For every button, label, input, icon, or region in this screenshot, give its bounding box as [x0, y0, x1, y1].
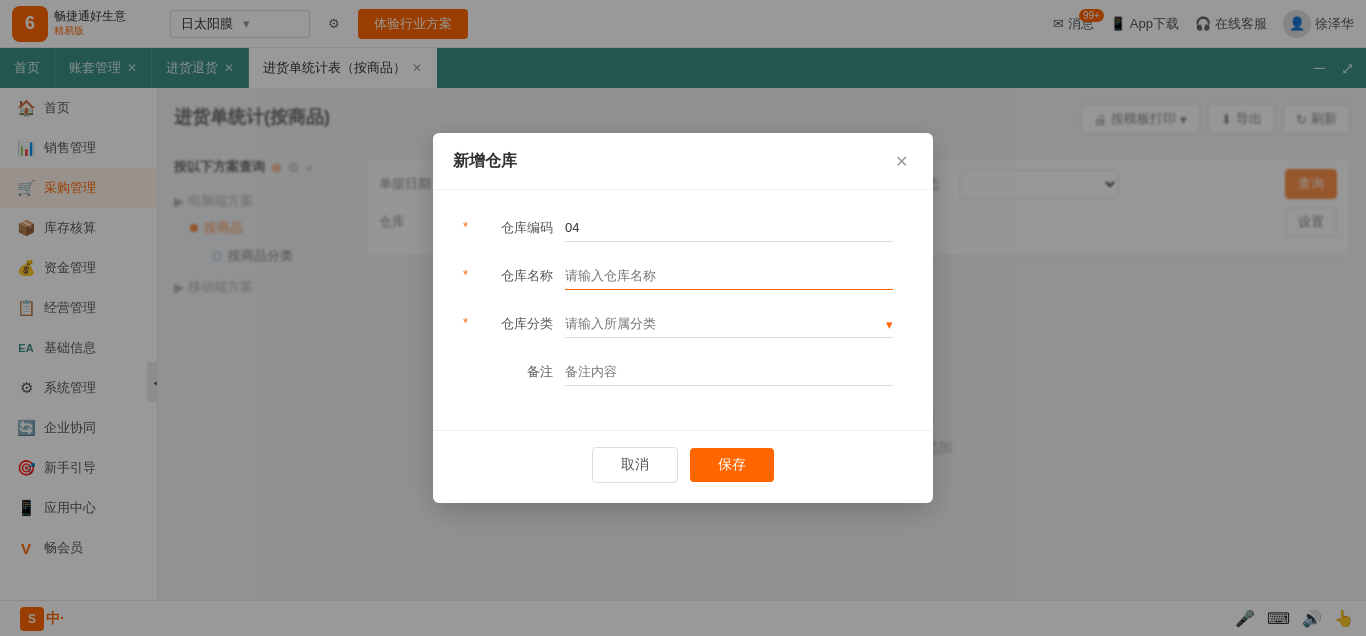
note-label: 备注: [473, 363, 553, 381]
category-input[interactable]: [565, 310, 893, 337]
form-row-code: 仓库编码: [473, 214, 893, 242]
name-label: 仓库名称: [473, 267, 553, 285]
code-input[interactable]: [565, 214, 893, 242]
dialog-header: 新增仓库 ✕: [433, 133, 933, 190]
dialog-footer: 取消 保存: [433, 430, 933, 503]
dialog-body: 仓库编码 仓库名称 仓库分类 ▾ 备注: [433, 190, 933, 430]
cancel-btn[interactable]: 取消: [592, 447, 678, 483]
add-warehouse-dialog: 新增仓库 ✕ 仓库编码 仓库名称 仓库分类 ▾: [433, 133, 933, 503]
form-row-name: 仓库名称: [473, 262, 893, 290]
category-arrow-icon: ▾: [886, 316, 893, 331]
form-row-category: 仓库分类 ▾: [473, 310, 893, 338]
form-row-note: 备注: [473, 358, 893, 386]
code-label: 仓库编码: [473, 219, 553, 237]
modal-overlay: 新增仓库 ✕ 仓库编码 仓库名称 仓库分类 ▾: [0, 0, 1366, 636]
save-btn[interactable]: 保存: [690, 448, 774, 482]
name-input[interactable]: [565, 262, 893, 290]
note-input[interactable]: [565, 358, 893, 386]
category-label: 仓库分类: [473, 315, 553, 333]
dialog-title: 新增仓库: [453, 151, 517, 172]
dialog-close-btn[interactable]: ✕: [889, 149, 913, 173]
category-select-wrapper: ▾: [565, 310, 893, 338]
